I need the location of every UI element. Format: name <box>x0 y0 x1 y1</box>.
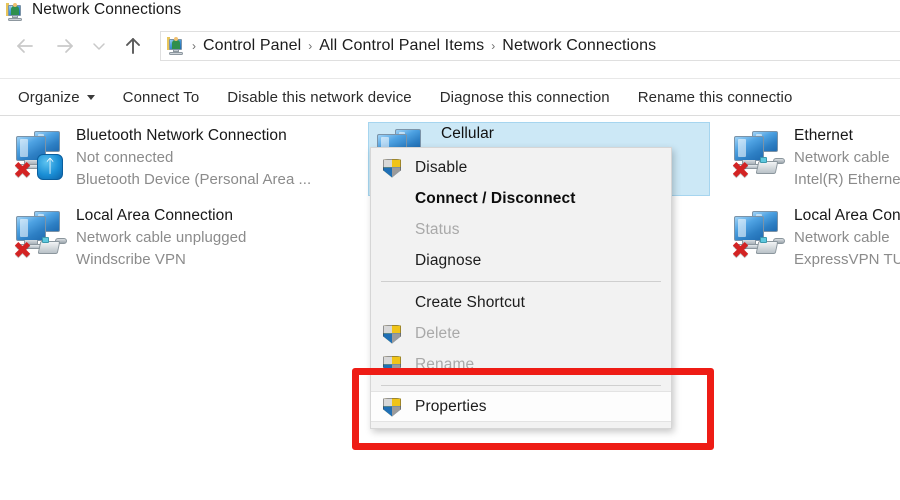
context-menu-item-rename: Rename <box>371 349 671 380</box>
window-titlebar: Network Connections <box>0 0 900 22</box>
connection-device: Intel(R) Etherne <box>794 171 900 189</box>
context-menu-label: Properties <box>415 397 487 415</box>
context-menu-label: Create Shortcut <box>415 293 526 311</box>
context-menu-item-diagnose[interactable]: Diagnose <box>371 245 671 276</box>
toolbar-connect-to-label: Connect To <box>122 88 200 106</box>
connection-status: Network cable <box>794 149 890 167</box>
disconnected-x-icon: ✖ <box>12 238 33 264</box>
toolbar-disable-device-button[interactable]: Disable this network device <box>213 89 425 106</box>
context-menu-label: Diagnose <box>415 251 482 269</box>
context-menu-label: Rename <box>415 355 475 373</box>
control-panel-icon <box>167 37 187 55</box>
breadcrumb-separator: › <box>192 39 196 53</box>
context-menu-label: Delete <box>415 324 461 342</box>
context-menu-item-status: Status <box>371 214 671 245</box>
disconnected-x-icon: ✖ <box>730 238 751 264</box>
disconnected-x-icon: ✖ <box>730 158 751 184</box>
breadcrumb-all-control-panel-items[interactable]: All Control Panel Items <box>315 37 488 55</box>
connection-status: Network cable unplugged <box>76 229 247 247</box>
address-toolbar: › Control Panel › All Control Panel Item… <box>0 24 900 68</box>
computer-ethernet-icon: ✖ <box>12 207 70 263</box>
forward-arrow-icon[interactable] <box>50 31 80 61</box>
context-menu-separator <box>381 281 661 282</box>
context-menu: Disable Connect / Disconnect Status Diag… <box>370 147 672 429</box>
context-menu-label: Status <box>415 220 460 238</box>
connection-status: Not connected <box>76 149 174 167</box>
connection-name: Bluetooth Network Connection <box>76 127 287 144</box>
toolbar-diagnose-button[interactable]: Diagnose this connection <box>426 89 624 106</box>
network-connections-icon <box>6 2 26 21</box>
no-icon <box>381 188 403 210</box>
connection-item-local-area-con[interactable]: ✖ Local Area Con Network cable ExpressVP… <box>730 205 900 271</box>
context-menu-label: Disable <box>415 158 468 176</box>
computer-bluetooth-icon: ✖ ᛏ <box>12 127 70 183</box>
uac-shield-icon <box>381 396 403 418</box>
connection-name: Ethernet <box>794 127 853 144</box>
address-bar[interactable]: › Control Panel › All Control Panel Item… <box>160 31 900 61</box>
computer-ethernet-icon: ✖ <box>730 207 788 263</box>
connection-name: Local Area Connection <box>76 207 234 224</box>
network-connections-window: Network Connections › Control Panel › Al… <box>0 0 900 500</box>
context-menu-item-create-shortcut[interactable]: Create Shortcut <box>371 287 671 318</box>
caret-down-icon <box>86 94 95 100</box>
command-toolbar: Organize Connect To Disable this network… <box>0 78 900 116</box>
context-menu-item-properties[interactable]: Properties <box>371 391 671 422</box>
back-arrow-icon[interactable] <box>10 31 40 61</box>
connection-device: Bluetooth Device (Personal Area ... <box>76 171 312 189</box>
toolbar-diagnose-label: Diagnose this connection <box>439 88 610 106</box>
window-title: Network Connections <box>32 1 182 18</box>
rj45-plug-icon <box>755 236 785 258</box>
uac-shield-icon <box>381 323 403 345</box>
breadcrumb-network-connections[interactable]: Network Connections <box>498 37 660 55</box>
disconnected-x-icon: ✖ <box>12 158 33 184</box>
connection-status: Network cable <box>794 229 890 247</box>
connection-device: ExpressVPN TU <box>794 251 900 269</box>
no-icon <box>381 250 403 272</box>
connection-item-ethernet[interactable]: ✖ Ethernet Network cable Intel(R) Ethern… <box>730 125 900 191</box>
toolbar-rename-label: Rename this connectio <box>637 88 793 106</box>
toolbar-connect-to-button[interactable]: Connect To <box>109 89 214 106</box>
breadcrumb-separator: › <box>308 39 313 53</box>
computer-ethernet-icon: ✖ <box>730 127 788 183</box>
context-menu-item-disable[interactable]: Disable <box>371 152 671 183</box>
context-menu-separator <box>381 385 661 386</box>
toolbar-rename-button[interactable]: Rename this connectio <box>624 89 807 106</box>
context-menu-label: Connect / Disconnect <box>415 189 576 207</box>
breadcrumb-control-panel[interactable]: Control Panel <box>199 37 305 55</box>
connection-name: Local Area Con <box>794 207 900 224</box>
uac-shield-icon <box>381 354 403 376</box>
context-menu-item-connect-disconnect[interactable]: Connect / Disconnect <box>371 183 671 214</box>
connection-name: Cellular <box>441 125 494 142</box>
bluetooth-badge-icon: ᛏ <box>37 154 63 180</box>
no-icon <box>381 292 403 314</box>
connection-item-local-area-connection[interactable]: ✖ Local Area Connection Network cable un… <box>12 205 362 271</box>
no-icon <box>381 219 403 241</box>
connection-item-bluetooth[interactable]: ✖ ᛏ Bluetooth Network Connection Not con… <box>12 125 362 191</box>
toolbar-organize-button[interactable]: Organize <box>0 89 109 106</box>
breadcrumb-separator: › <box>491 39 496 53</box>
context-menu-item-delete: Delete <box>371 318 671 349</box>
uac-shield-icon <box>381 157 403 179</box>
up-arrow-icon[interactable] <box>118 31 148 61</box>
toolbar-organize-label: Organize <box>18 88 80 106</box>
chevron-down-icon[interactable] <box>88 31 110 61</box>
rj45-plug-icon <box>755 156 785 178</box>
connection-device: Windscribe VPN <box>76 251 186 269</box>
toolbar-disable-device-label: Disable this network device <box>227 88 412 106</box>
rj45-plug-icon <box>37 236 67 258</box>
